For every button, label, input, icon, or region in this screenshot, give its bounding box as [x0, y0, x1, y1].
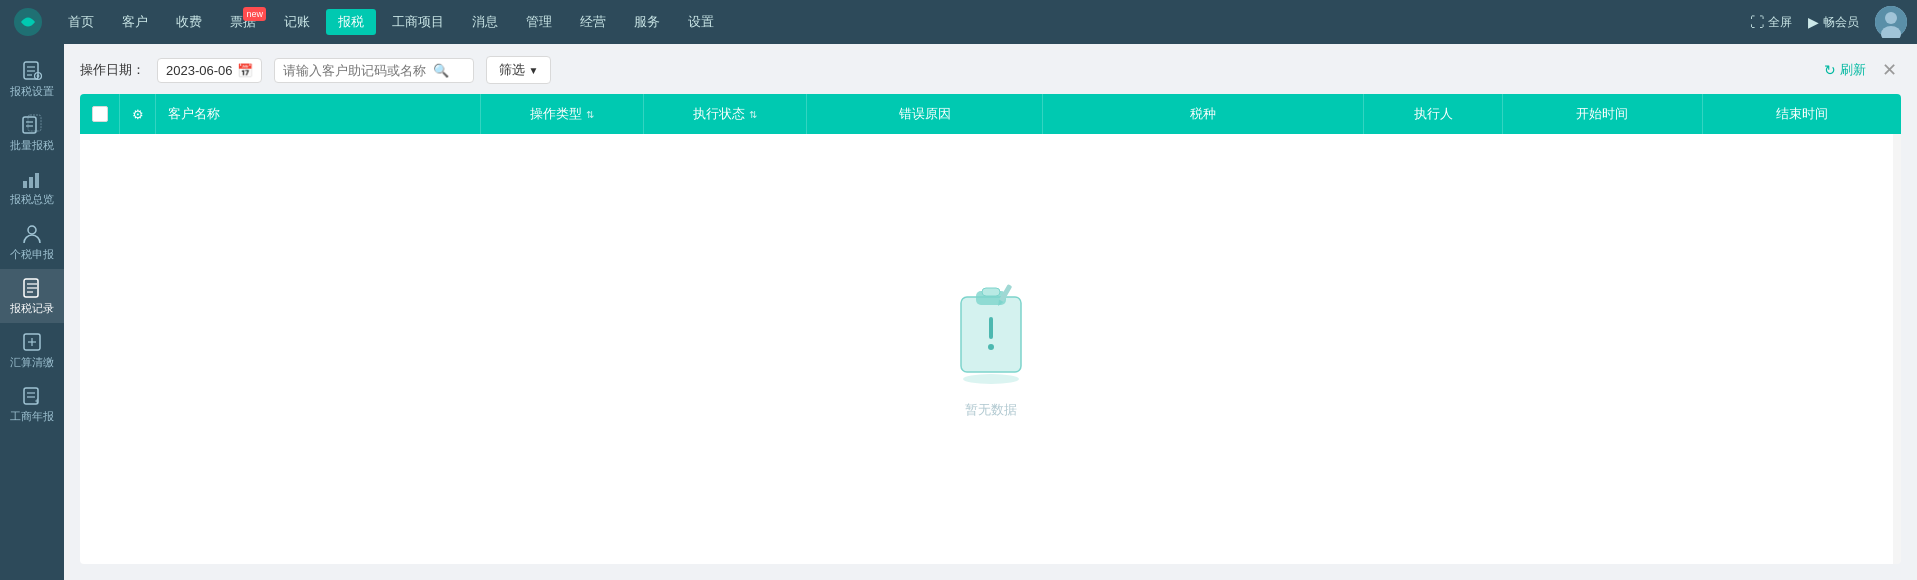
close-button[interactable]: ✕ [1878, 59, 1901, 81]
nav-manage[interactable]: 管理 [514, 9, 564, 35]
individual-tax-icon [21, 223, 43, 245]
table-header: ⚙ 客户名称 操作类型 ⇅ 执行状态 ⇅ 错误原因 税种 [80, 94, 1901, 134]
batch-tax-icon [21, 114, 43, 136]
calendar-icon: 📅 [237, 63, 253, 78]
refresh-label: 刷新 [1840, 61, 1866, 79]
sidebar-item-batch-tax[interactable]: 批量报税 [0, 106, 64, 160]
nav-business[interactable]: 工商项目 [380, 9, 456, 35]
nav-home[interactable]: 首页 [56, 9, 106, 35]
th-checkbox[interactable] [80, 94, 120, 134]
sidebar-label-settlement: 汇算清缴 [10, 356, 54, 369]
nav-bookkeeping[interactable]: 记账 [272, 9, 322, 35]
sidebar-label-annual-report: 工商年报 [10, 410, 54, 423]
nav-tax[interactable]: 报税 [326, 9, 376, 35]
nav-settings[interactable]: 设置 [676, 9, 726, 35]
fullscreen-icon: ⛶ [1750, 14, 1764, 30]
refresh-button[interactable]: ↻ 刷新 [1824, 61, 1866, 79]
toolbar: 操作日期： 2023-06-06 📅 🔍 筛选 ▼ ↻ 刷新 ✕ [64, 44, 1917, 94]
chevron-down-icon: ▼ [529, 65, 539, 76]
empty-state: 暂无数据 [926, 259, 1056, 439]
sidebar-label-batch-tax: 批量报税 [10, 139, 54, 152]
date-picker[interactable]: 2023-06-06 📅 [157, 58, 262, 83]
svg-rect-32 [982, 288, 1000, 296]
search-input[interactable] [283, 63, 433, 78]
sort-op-type-icon: ⇅ [586, 109, 594, 120]
fullscreen-label: 全屏 [1768, 14, 1792, 31]
th-start-time: 开始时间 [1503, 94, 1703, 134]
th-gear[interactable]: ⚙ [120, 94, 156, 134]
sidebar-label-individual-tax: 个税申报 [10, 248, 54, 261]
sidebar-label-tax-settings: 报税设置 [10, 85, 54, 98]
settlement-icon [21, 331, 43, 353]
th-op-type[interactable]: 操作类型 ⇅ [481, 94, 644, 134]
svg-point-34 [988, 344, 994, 350]
app-logo[interactable] [10, 4, 46, 40]
filter-button[interactable]: 筛选 ▼ [486, 56, 552, 84]
th-error-reason: 错误原因 [807, 94, 1043, 134]
top-navigation: 首页 客户 收费 票据 new 记账 报税 工商项目 消息 管理 经营 服务 设… [0, 0, 1917, 44]
th-exec-status[interactable]: 执行状态 ⇅ [644, 94, 807, 134]
user-avatar[interactable] [1875, 6, 1907, 38]
records-table: ⚙ 客户名称 操作类型 ⇅ 执行状态 ⇅ 错误原因 税种 [80, 94, 1901, 564]
tax-overview-icon [21, 168, 43, 190]
nav-operation[interactable]: 经营 [568, 9, 618, 35]
svg-point-37 [963, 374, 1019, 384]
svg-rect-15 [23, 181, 27, 188]
nav-invoice[interactable]: 票据 new [218, 9, 268, 35]
sidebar-label-tax-records: 报税记录 [10, 302, 54, 315]
svg-point-18 [28, 226, 36, 234]
annual-report-icon [21, 385, 43, 407]
date-label: 操作日期： [80, 61, 145, 79]
sidebar: 报税设置 批量报税 报税总览 个税申报 报税记录 [0, 44, 64, 580]
fullscreen-button[interactable]: ⛶ 全屏 [1750, 14, 1792, 31]
tax-records-icon [21, 277, 43, 299]
sidebar-item-individual-tax[interactable]: 个税申报 [0, 215, 64, 269]
select-all-checkbox[interactable] [92, 106, 108, 122]
filter-label: 筛选 [499, 61, 525, 79]
svg-rect-16 [29, 177, 33, 188]
table-body: 暂无数据 [80, 134, 1901, 564]
sidebar-item-tax-overview[interactable]: 报税总览 [0, 160, 64, 214]
svg-rect-33 [989, 317, 993, 339]
tax-settings-icon [21, 60, 43, 82]
th-end-time: 结束时间 [1703, 94, 1901, 134]
sidebar-item-settlement[interactable]: 汇算清缴 [0, 323, 64, 377]
member-button[interactable]: ▶ 畅会员 [1808, 14, 1859, 31]
nav-items: 首页 客户 收费 票据 new 记账 报税 工商项目 消息 管理 经营 服务 设… [56, 9, 1750, 35]
date-value: 2023-06-06 [166, 63, 233, 78]
th-tax-type: 税种 [1043, 94, 1364, 134]
main-content: 操作日期： 2023-06-06 📅 🔍 筛选 ▼ ↻ 刷新 ✕ [64, 44, 1917, 580]
svg-rect-17 [35, 173, 39, 188]
empty-text: 暂无数据 [965, 401, 1017, 419]
sidebar-item-tax-records[interactable]: 报税记录 [0, 269, 64, 323]
top-nav-right: ⛶ 全屏 ▶ 畅会员 [1750, 6, 1907, 38]
search-icon[interactable]: 🔍 [433, 63, 449, 78]
sidebar-item-tax-settings[interactable]: 报税设置 [0, 52, 64, 106]
th-executor: 执行人 [1364, 94, 1503, 134]
gear-icon: ⚙ [132, 107, 144, 122]
sidebar-label-tax-overview: 报税总览 [10, 193, 54, 206]
sort-exec-status-icon: ⇅ [749, 109, 757, 120]
empty-illustration [946, 279, 1036, 389]
nav-customer[interactable]: 客户 [110, 9, 160, 35]
new-badge: new [243, 7, 266, 21]
th-customer-name: 客户名称 [156, 94, 481, 134]
table-scrollbar[interactable] [1893, 134, 1901, 564]
main-layout: 报税设置 批量报税 报税总览 个税申报 报税记录 [0, 44, 1917, 580]
nav-fee[interactable]: 收费 [164, 9, 214, 35]
nav-message[interactable]: 消息 [460, 9, 510, 35]
svg-point-2 [1885, 12, 1897, 24]
member-icon: ▶ [1808, 14, 1819, 30]
sidebar-item-annual-report[interactable]: 工商年报 [0, 377, 64, 431]
refresh-icon: ↻ [1824, 62, 1836, 78]
nav-service[interactable]: 服务 [622, 9, 672, 35]
member-label: 畅会员 [1823, 14, 1859, 31]
search-box: 🔍 [274, 58, 474, 83]
